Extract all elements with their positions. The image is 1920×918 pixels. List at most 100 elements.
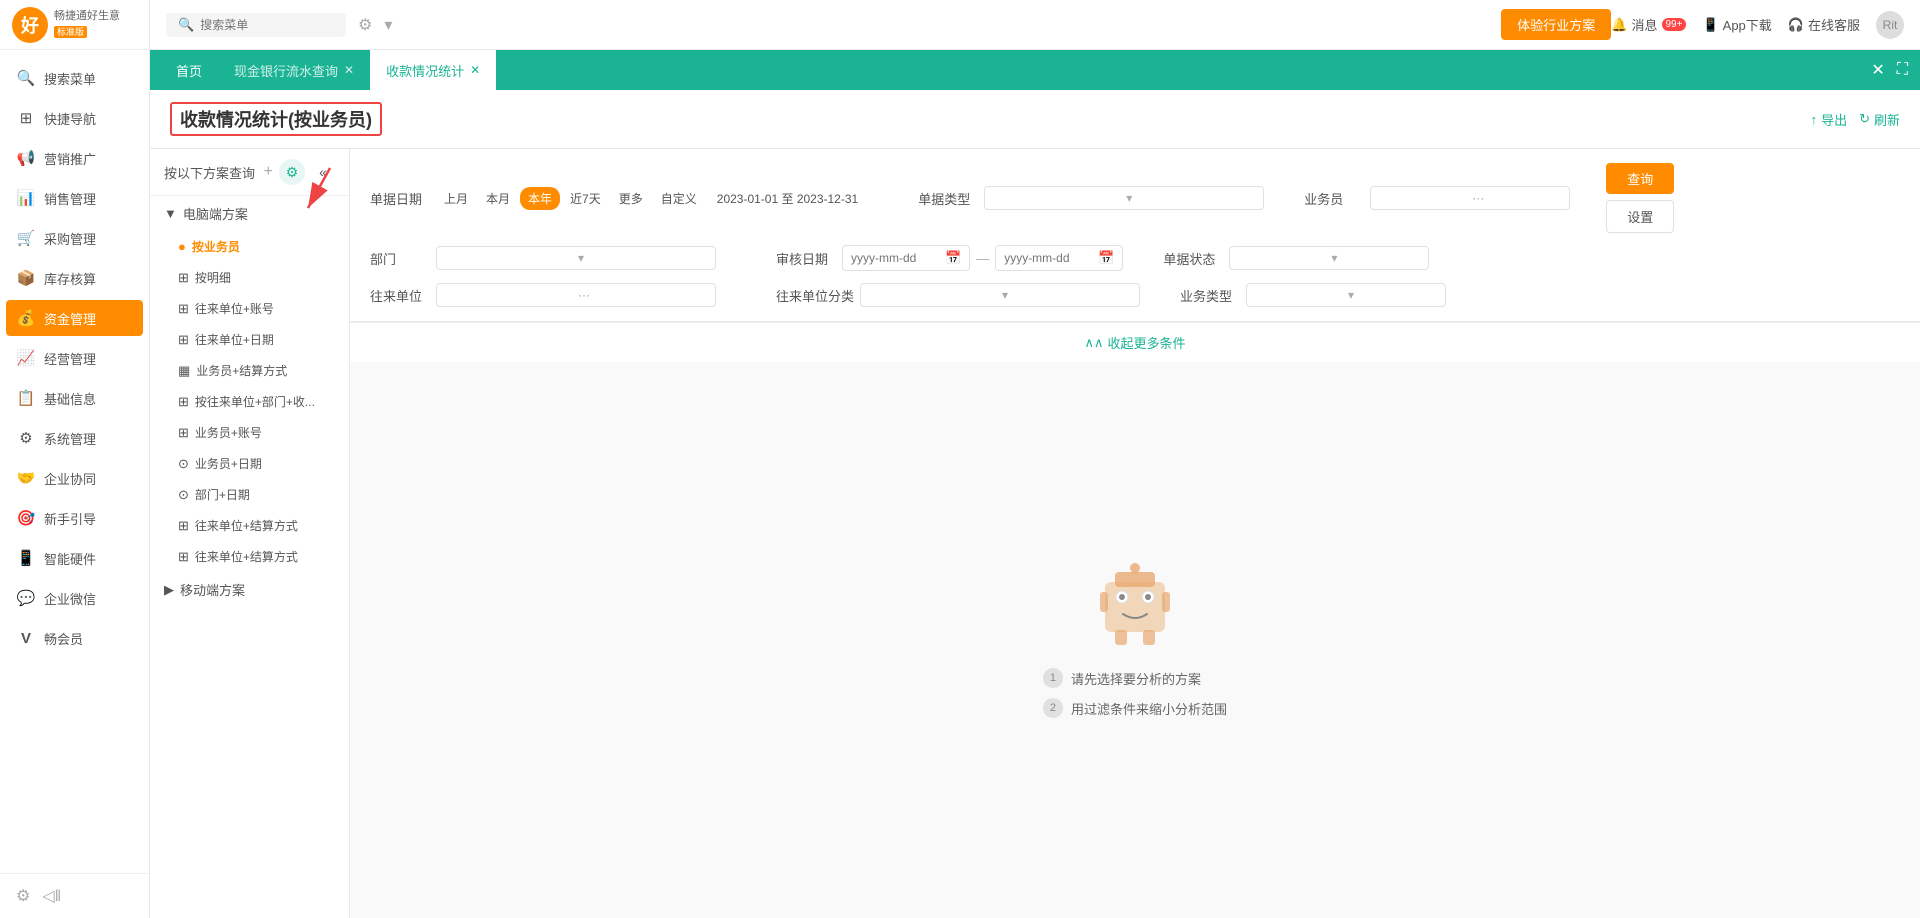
settings-footer-icon[interactable]: ⚙: [16, 886, 30, 906]
export-icon: ↑: [1811, 112, 1818, 127]
doc-type-select[interactable]: ▾: [984, 186, 1264, 210]
calendar-icon: 📅: [945, 250, 961, 266]
partner-select[interactable]: ···: [436, 283, 716, 307]
panel-header: 按以下方案查询 + ⚙ «: [150, 149, 349, 196]
salesperson-select[interactable]: ···: [1370, 186, 1570, 210]
detail-icon: ⊞: [178, 270, 189, 286]
date-tab-this-month[interactable]: 本月: [478, 187, 518, 210]
search-input[interactable]: [200, 18, 340, 32]
tab-close-all[interactable]: ✕: [1871, 60, 1884, 80]
date-tab-custom[interactable]: 自定义: [653, 187, 705, 210]
sidebar-item-inventory[interactable]: 📦 库存核算: [0, 258, 149, 298]
tab-home[interactable]: 首页: [160, 50, 218, 90]
app-download-btn[interactable]: 📱 App下载: [1702, 15, 1771, 34]
header-search-box[interactable]: 🔍: [166, 13, 346, 37]
tab-bar-actions: ✕ ⛶: [1871, 60, 1920, 80]
panel-collapse-btn[interactable]: «: [311, 160, 335, 184]
sidebar-item-purchase[interactable]: 🛒 采购管理: [0, 218, 149, 258]
dropdown-icon[interactable]: ▾: [384, 15, 392, 35]
filter-row-3: 往来单位 ··· 往来单位分类 ▾: [370, 283, 1900, 307]
partner-category-select[interactable]: ▾: [860, 283, 1140, 307]
sidebar-item-system[interactable]: ⚙ 系统管理: [0, 418, 149, 458]
date-tab-7days[interactable]: 近7天: [562, 187, 609, 210]
collapse-icon: ∧∧: [1084, 335, 1103, 351]
audit-end-input[interactable]: 📅: [995, 245, 1123, 271]
panel-item-salesperson-settlement[interactable]: ▦ 业务员+结算方式: [150, 355, 349, 386]
settings-icon[interactable]: ⚙: [358, 15, 372, 35]
panel-item-partner-date[interactable]: ⊞ 往来单位+日期: [150, 324, 349, 355]
query-button[interactable]: 查询: [1606, 163, 1674, 194]
bell-icon: 🔔: [1611, 17, 1627, 33]
date-tabs: 上月 本月 本年 近7天 更多 自定义: [436, 187, 705, 210]
messages-btn[interactable]: 🔔 消息 99+: [1611, 15, 1686, 34]
panel-item-dept-date[interactable]: ⊙ 部门+日期: [150, 479, 349, 510]
refresh-icon: ↻: [1859, 111, 1870, 127]
partner-category-filter: 往来单位分类 ▾: [776, 283, 1140, 307]
collapse-bar[interactable]: ∧∧ 收起更多条件: [350, 322, 1920, 362]
mobile-section-header[interactable]: ▶ 移动端方案: [150, 572, 349, 607]
empty-hints: 1 请先选择要分析的方案 2 用过滤条件来缩小分析范围: [1043, 668, 1227, 728]
sidebar-item-marketing[interactable]: 📢 营销推广: [0, 138, 149, 178]
doc-type-field: 单据类型 ▾: [918, 186, 1264, 210]
panel-item-partner-settlement2[interactable]: ⊞ 往来单位+结算方式: [150, 541, 349, 572]
page-content: 收款情况统计(按业务员) ↑ 导出 ↻ 刷新: [150, 90, 1920, 918]
tab-bank-flow[interactable]: 现金银行流水查询 ✕: [218, 50, 370, 90]
audit-start-input[interactable]: 📅: [842, 245, 970, 271]
doc-status-select[interactable]: ▾: [1229, 246, 1429, 270]
sidebar-item-guide[interactable]: 🎯 新手引导: [0, 498, 149, 538]
panel-item-by-detail[interactable]: ⊞ 按明细: [150, 262, 349, 293]
tab-receipts-close[interactable]: ✕: [470, 63, 480, 77]
salesperson-account-icon: ⊞: [178, 425, 189, 441]
tab-bank-close[interactable]: ✕: [344, 63, 354, 77]
search-icon: 🔍: [16, 68, 36, 88]
handshake-icon: 🤝: [16, 468, 36, 488]
setup-button[interactable]: 设置: [1606, 200, 1674, 233]
dept-chevron: ▾: [578, 251, 705, 265]
header-left: 🔍 ⚙ ▾: [166, 13, 392, 37]
sidebar-item-member[interactable]: V 畅会员: [0, 618, 149, 658]
sidebar-item-wechat[interactable]: 💬 企业微信: [0, 578, 149, 618]
online-service-btn[interactable]: 🎧 在线客服: [1788, 15, 1860, 34]
sidebar-item-finance[interactable]: 💰 资金管理: [6, 300, 143, 336]
page-title-bar: 收款情况统计(按业务员) ↑ 导出 ↻ 刷新: [150, 90, 1920, 149]
panel-item-partner-settlement1[interactable]: ⊞ 往来单位+结算方式: [150, 510, 349, 541]
dept-select[interactable]: ▾: [436, 246, 716, 270]
headset-icon: 🎧: [1788, 17, 1804, 33]
desktop-section-header[interactable]: ▼ 电脑端方案: [150, 196, 349, 231]
date-tab-more[interactable]: 更多: [611, 187, 651, 210]
partner-settlement1-icon: ⊞: [178, 518, 189, 534]
doc-type-chevron: ▾: [1126, 191, 1253, 205]
panel-item-by-salesperson[interactable]: ● 按业务员: [150, 231, 349, 262]
empty-state: 1 请先选择要分析的方案 2 用过滤条件来缩小分析范围: [350, 362, 1920, 918]
panel-item-salesperson-date[interactable]: ⊙ 业务员+日期: [150, 448, 349, 479]
sidebar-item-business[interactable]: 📈 经营管理: [0, 338, 149, 378]
sidebar-item-sales[interactable]: 📊 销售管理: [0, 178, 149, 218]
audit-start-field[interactable]: [851, 251, 941, 265]
salesperson-more[interactable]: ···: [1472, 191, 1559, 205]
sidebar-item-enterprise[interactable]: 🤝 企业协同: [0, 458, 149, 498]
audit-end-field[interactable]: [1004, 251, 1094, 265]
date-tab-last-month[interactable]: 上月: [436, 187, 476, 210]
collapse-footer-icon[interactable]: ◁‖: [42, 886, 61, 906]
trial-button[interactable]: 体验行业方案: [1501, 9, 1611, 40]
mobile-section-toggle: ▶: [164, 582, 174, 598]
sidebar-item-search[interactable]: 🔍 搜索菜单: [0, 58, 149, 98]
panel-item-salesperson-account[interactable]: ⊞ 业务员+账号: [150, 417, 349, 448]
sidebar-item-hardware[interactable]: 📱 智能硬件: [0, 538, 149, 578]
tab-receipts[interactable]: 收款情况统计 ✕: [370, 50, 496, 90]
panel-item-partner-account[interactable]: ⊞ 往来单位+账号: [150, 293, 349, 324]
business-type-select[interactable]: ▾: [1246, 283, 1446, 307]
sidebar-item-basic[interactable]: 📋 基础信息: [0, 378, 149, 418]
panel-settings-btn[interactable]: ⚙: [279, 159, 305, 185]
download-icon: 📱: [1702, 17, 1718, 33]
export-button[interactable]: ↑ 导出: [1811, 110, 1848, 129]
partner-more[interactable]: ···: [578, 288, 705, 302]
logo-icon: 好: [12, 7, 48, 43]
refresh-button[interactable]: ↻ 刷新: [1859, 110, 1900, 129]
user-avatar[interactable]: Rit: [1876, 11, 1904, 39]
tab-maximize[interactable]: ⛶: [1897, 61, 1908, 79]
sidebar-item-quick-nav[interactable]: ⊞ 快捷导航: [0, 98, 149, 138]
panel-item-partner-dept[interactable]: ⊞ 按往来单位+部门+收...: [150, 386, 349, 417]
panel-add-btn[interactable]: +: [264, 163, 273, 181]
date-tab-this-year[interactable]: 本年: [520, 187, 560, 210]
